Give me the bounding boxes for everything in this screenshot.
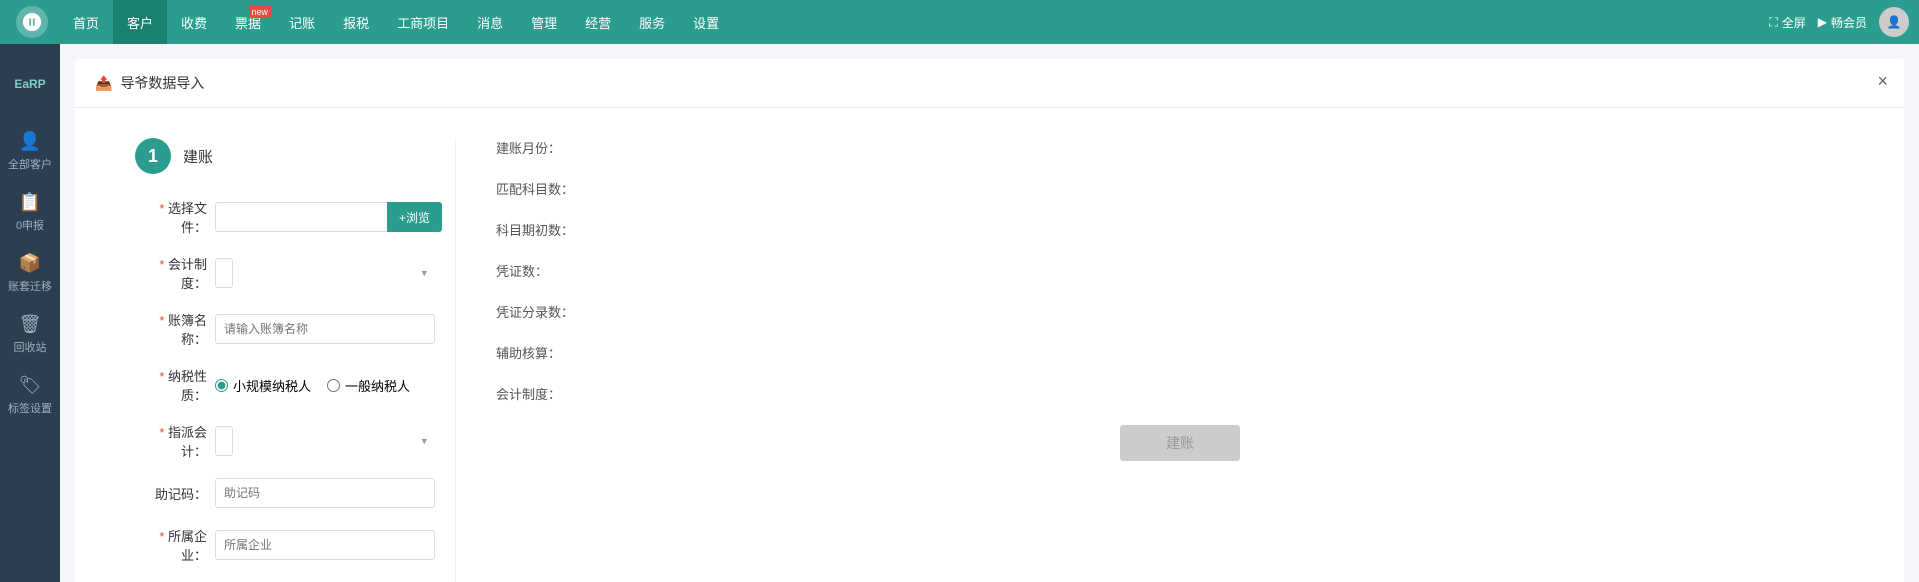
- info-voucher-entries: 凭证分录数：: [496, 302, 1864, 321]
- sidebar-item-all-clients[interactable]: 👤 全部客户: [0, 123, 60, 180]
- tax-type-row: 纳税性质： 小规模纳税人 一般纳税人: [135, 366, 435, 404]
- sidebar-logo: EaRP: [0, 54, 60, 114]
- main-layout: EaRP 👤 全部客户 📋 0申报 📦 账套迁移 🗑 回收站 🏷 标签设置 📤 …: [0, 44, 1919, 582]
- nav-item-operation[interactable]: 经营: [571, 0, 625, 44]
- tax-type-label: 纳税性质：: [135, 366, 215, 404]
- match-subject-label: 匹配科目数：: [496, 179, 586, 198]
- box-icon: 📦: [19, 253, 41, 274]
- avatar[interactable]: 👤: [1879, 7, 1909, 37]
- new-badge: new: [249, 6, 272, 18]
- accountant-row: 指派会计：: [135, 422, 435, 460]
- topnav: 首页 客户 收费 票据 new 记账 报税 工商项目 消息 管理 经营 服务 设…: [0, 0, 1919, 44]
- import-icon: 📤: [95, 75, 112, 92]
- sidebar: EaRP 👤 全部客户 📋 0申报 📦 账套迁移 🗑 回收站 🏷 标签设置: [0, 44, 60, 582]
- close-button[interactable]: ×: [1877, 71, 1888, 92]
- accountant-label: 指派会计：: [135, 422, 215, 460]
- logo-circle: [16, 6, 48, 38]
- file-label: 选择文件：: [135, 198, 215, 236]
- info-account-month: 建账月份：: [496, 138, 1864, 157]
- sidebar-item-account-migrate[interactable]: 📦 账套迁移: [0, 245, 60, 302]
- voucher-entries-label: 凭证分录数：: [496, 302, 586, 321]
- file-input[interactable]: [215, 202, 387, 232]
- info-subject-init: 科目期初数：: [496, 220, 1864, 239]
- nav-item-manage[interactable]: 管理: [517, 0, 571, 44]
- nav-item-bookkeeping[interactable]: 记账: [275, 0, 329, 44]
- radio-small-taxpayer[interactable]: 小规模纳税人: [215, 376, 311, 395]
- nav-item-tax[interactable]: 报税: [329, 0, 383, 44]
- voucher-label: 凭证数：: [496, 261, 586, 280]
- accountant-wrapper: [215, 426, 435, 456]
- clipboard-icon: 📋: [19, 192, 41, 213]
- nav-item-invoice[interactable]: 票据 new: [221, 0, 275, 44]
- step-section: 1 建账 选择文件： +浏览 会计制度：: [75, 138, 455, 582]
- people-icon: 👤: [19, 131, 41, 152]
- tag-icon: 🏷: [19, 375, 42, 396]
- memo-input[interactable]: [215, 478, 435, 508]
- file-row: 选择文件： +浏览: [135, 198, 435, 236]
- step-header: 1 建账: [135, 138, 435, 174]
- radio-general-input[interactable]: [327, 379, 340, 392]
- logo: [10, 0, 54, 44]
- fullscreen-icon: ⛶: [1769, 15, 1777, 30]
- avatar-icon: 👤: [1887, 15, 1902, 29]
- account-name-row: 账簿名称：: [135, 310, 435, 348]
- account-system-label: 会计制度：: [135, 254, 215, 292]
- vip-btn[interactable]: ▶ 畅会员: [1818, 14, 1867, 31]
- nav-item-service[interactable]: 服务: [625, 0, 679, 44]
- sidebar-item-label: 全部客户: [8, 156, 52, 172]
- sidebar-item-label: 0申报: [16, 217, 44, 233]
- account-system-row: 会计制度：: [135, 254, 435, 292]
- info-section: 建账月份： 匹配科目数： 科目期初数： 凭证数：: [455, 138, 1904, 582]
- sidebar-item-zero-declare[interactable]: 📋 0申报: [0, 184, 60, 241]
- step-label: 建账: [183, 146, 213, 167]
- company-input[interactable]: [215, 530, 435, 560]
- info-aux-accounting: 辅助核算：: [496, 343, 1864, 362]
- nav-right: ⛶ 全屏 ▶ 畅会员 👤: [1769, 7, 1909, 37]
- nav-item-home[interactable]: 首页: [59, 0, 113, 44]
- nav-item-settings[interactable]: 设置: [679, 0, 733, 44]
- sidebar-item-label: 账套迁移: [8, 278, 52, 294]
- vip-icon: ▶: [1818, 15, 1827, 29]
- tax-type-radio-group: 小规模纳税人 一般纳税人: [215, 376, 435, 395]
- account-name-input[interactable]: [215, 314, 435, 344]
- accounting-system-label: 会计制度：: [496, 384, 586, 403]
- sidebar-item-label: 回收站: [14, 339, 47, 355]
- company-label: 所属企业：: [135, 526, 215, 564]
- memo-row: 助记码：: [135, 478, 435, 508]
- sidebar-item-recycle[interactable]: 🗑 回收站: [0, 306, 60, 363]
- trash-icon: 🗑: [19, 314, 42, 335]
- panel-title: 导爷数据导入: [120, 73, 204, 93]
- create-account-button[interactable]: 建账: [1120, 425, 1240, 461]
- import-panel: 📤 导爷数据导入 × 1 建账 选择文件： +浏览: [75, 59, 1904, 582]
- radio-small-input[interactable]: [215, 379, 228, 392]
- info-match-subject: 匹配科目数：: [496, 179, 1864, 198]
- sidebar-item-label: 标签设置: [8, 400, 52, 416]
- file-input-group: +浏览: [215, 202, 442, 232]
- account-name-label: 账簿名称：: [135, 310, 215, 348]
- aux-accounting-label: 辅助核算：: [496, 343, 586, 362]
- fullscreen-btn[interactable]: ⛶ 全屏: [1769, 14, 1805, 31]
- panel-header: 📤 导爷数据导入 ×: [75, 59, 1904, 108]
- nav-items: 首页 客户 收费 票据 new 记账 报税 工商项目 消息 管理 经营 服务 设…: [59, 0, 1769, 44]
- info-accounting-system: 会计制度：: [496, 384, 1864, 403]
- accountant-select[interactable]: [215, 426, 233, 456]
- nav-item-business[interactable]: 工商项目: [383, 0, 463, 44]
- content: 📤 导爷数据导入 × 1 建账 选择文件： +浏览: [60, 44, 1919, 582]
- memo-label: 助记码：: [135, 484, 215, 503]
- info-voucher: 凭证数：: [496, 261, 1864, 280]
- nav-item-fee[interactable]: 收费: [167, 0, 221, 44]
- account-system-wrapper: [215, 258, 435, 288]
- radio-general-taxpayer[interactable]: 一般纳税人: [327, 376, 410, 395]
- company-row: 所属企业：: [135, 526, 435, 564]
- subject-init-label: 科目期初数：: [496, 220, 586, 239]
- step-circle: 1: [135, 138, 171, 174]
- panel-body: 1 建账 选择文件： +浏览 会计制度：: [75, 108, 1904, 582]
- sidebar-item-tag-settings[interactable]: 🏷 标签设置: [0, 367, 60, 424]
- account-system-select[interactable]: [215, 258, 233, 288]
- nav-item-client[interactable]: 客户: [113, 0, 167, 44]
- nav-item-message[interactable]: 消息: [463, 0, 517, 44]
- account-month-label: 建账月份：: [496, 138, 586, 157]
- browse-button[interactable]: +浏览: [387, 202, 442, 232]
